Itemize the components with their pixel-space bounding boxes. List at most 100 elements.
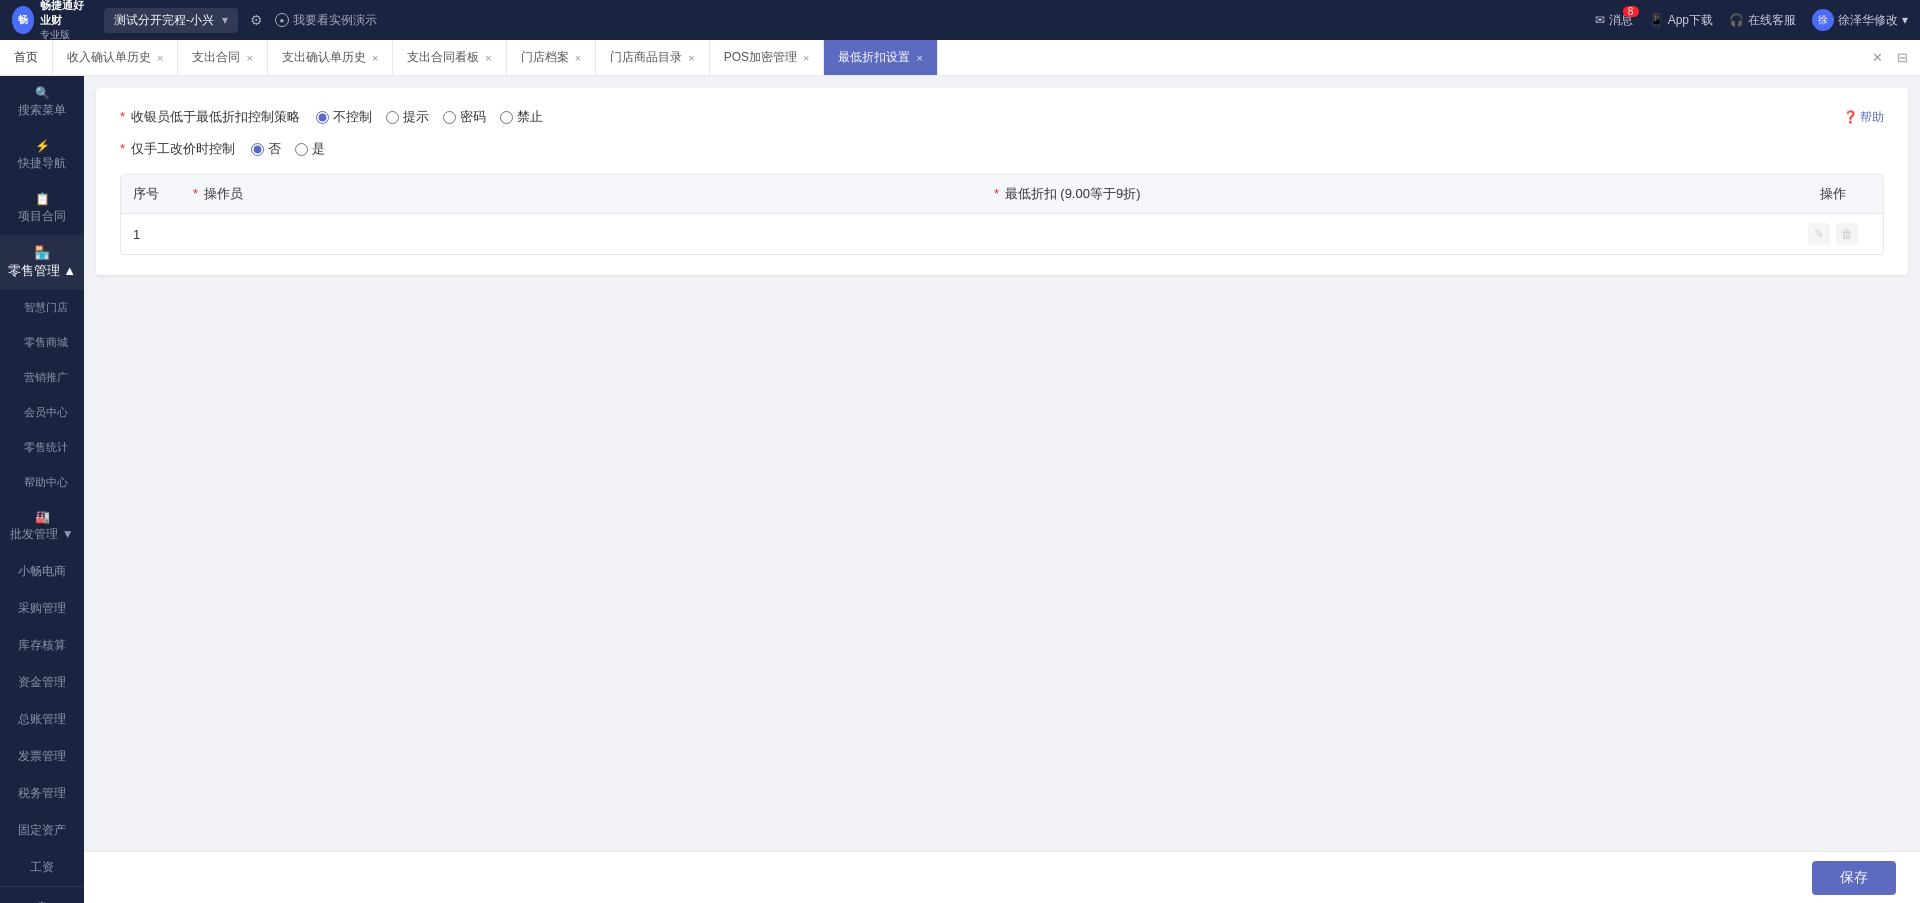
radio-pwd[interactable]: [443, 111, 456, 124]
th-seq: 序号: [121, 175, 181, 213]
marketing-label: 营销推广: [24, 370, 68, 385]
table-header: 序号 * 操作员 * 最低折扣 (9.00等于9折) 操作: [121, 175, 1883, 214]
sidebar-item-inventory[interactable]: 库存核算: [0, 627, 84, 664]
tab-pos-pwd-close[interactable]: ×: [803, 52, 809, 64]
sidebar-item-wholesale-mgmt[interactable]: 🏭 批发管理 ▼: [0, 500, 84, 553]
tab-payment-contract-close[interactable]: ×: [246, 52, 252, 64]
radio-ban[interactable]: [500, 111, 513, 124]
logo-icon: 畅: [12, 6, 34, 34]
tab-payment-board-label: 支出合同看板: [407, 49, 479, 66]
sidebar-item-project-contract[interactable]: 📋 项目合同: [0, 182, 84, 235]
sidebar-item-marketing[interactable]: 营销推广: [0, 360, 84, 395]
sidebar-item-help-center[interactable]: 帮助中心: [0, 465, 84, 500]
settings-gear-icon: ⚙: [36, 899, 48, 903]
sidebar-bottom: ⚙: [0, 886, 84, 903]
ledger-mgmt-label: 总账管理: [18, 711, 66, 728]
option-ban[interactable]: 禁止: [500, 108, 543, 126]
td-operator-1: [181, 226, 982, 242]
radio-hint[interactable]: [386, 111, 399, 124]
manual-option-yes[interactable]: 是: [295, 140, 325, 158]
settings-icon-btn[interactable]: ⚙: [250, 12, 263, 28]
project-name: 测试分开完程-小兴: [114, 12, 214, 29]
sidebar-item-fixed-assets[interactable]: 固定资产: [0, 812, 84, 849]
sidebar-settings-btn[interactable]: ⚙: [0, 887, 84, 903]
tab-payment-board[interactable]: 支出合同看板 ×: [393, 40, 506, 76]
page-content: * 收银员低于最低折扣控制策略 不控制 提示: [84, 76, 1920, 851]
sidebar-item-tax-mgmt[interactable]: 税务管理: [0, 775, 84, 812]
avatar: 徐: [1812, 9, 1834, 31]
online-service-btn[interactable]: 🎧 在线客服: [1729, 12, 1796, 29]
radio-manual-yes[interactable]: [295, 143, 308, 156]
sidebar-item-small-ecom[interactable]: 小畅电商: [0, 553, 84, 590]
app-download-btn[interactable]: 📱 App下载: [1649, 12, 1713, 29]
tab-home[interactable]: 首页: [0, 40, 53, 76]
option-none[interactable]: 不控制: [316, 108, 372, 126]
sidebar-item-invoice-mgmt[interactable]: 发票管理: [0, 738, 84, 775]
tab-payment-contract[interactable]: 支出合同 ×: [178, 40, 267, 76]
radio-manual-no[interactable]: [251, 143, 264, 156]
tab-store-product[interactable]: 门店商品目录 ×: [596, 40, 709, 76]
edit-btn-1[interactable]: ✎: [1808, 223, 1830, 245]
manual-price-row: * 仅手工改价时控制 否 是: [120, 140, 1884, 158]
tab-store-product-close[interactable]: ×: [688, 52, 694, 64]
discount-policy-label: * 收银员低于最低折扣控制策略: [120, 108, 300, 126]
tab-income-confirm[interactable]: 收入确认单历史 ×: [53, 40, 178, 76]
tab-store-product-label: 门店商品目录: [610, 49, 682, 66]
tab-min-discount-close[interactable]: ×: [916, 52, 922, 64]
radio-none[interactable]: [316, 111, 329, 124]
message-btn[interactable]: ✉ 消息 8: [1595, 12, 1633, 29]
tab-actions: ✕ ⊟: [1860, 48, 1920, 67]
sidebar-retail-label: 零售管理 ▲: [8, 262, 76, 280]
sidebar-item-member-center[interactable]: 会员中心: [0, 395, 84, 430]
tab-payment-confirm-close[interactable]: ×: [372, 52, 378, 64]
sidebar-item-purchase-mgmt[interactable]: 采购管理: [0, 590, 84, 627]
tab-income-confirm-close[interactable]: ×: [157, 52, 163, 64]
table-body: 1 ✎ 🗑: [121, 214, 1883, 254]
sidebar-project-label: 项目合同: [18, 208, 66, 225]
tab-payment-confirm[interactable]: 支出确认单历史 ×: [268, 40, 393, 76]
sidebar-search-label: 搜索菜单: [18, 102, 66, 119]
sidebar-item-retail-mall[interactable]: 零售商城: [0, 325, 84, 360]
tab-pos-pwd[interactable]: POS加密管理 ×: [710, 40, 825, 76]
purchase-mgmt-label: 采购管理: [18, 600, 66, 617]
tab-min-discount-label: 最低折扣设置: [838, 49, 910, 66]
logo-area: 畅 畅捷通好业财 专业版: [12, 0, 92, 42]
sidebar: 🔍 搜索菜单 ⚡ 快捷导航 📋 项目合同 🏪 零售管理 ▲ 智慧门店 零售商城 …: [0, 76, 84, 903]
sidebar-item-retail-mgmt[interactable]: 🏪 零售管理 ▲: [0, 235, 84, 290]
user-area[interactable]: 徐 徐泽华修改 ▾: [1812, 9, 1908, 31]
help-center-label: 帮助中心: [24, 475, 68, 490]
demo-link-text: 我要看实例演示: [293, 12, 377, 29]
sidebar-item-retail-stats[interactable]: 零售统计: [0, 430, 84, 465]
th-actions: 操作: [1783, 175, 1883, 213]
required-star-2: *: [120, 141, 125, 156]
retail-icon: 🏪: [34, 245, 50, 260]
question-icon: ❓: [1843, 110, 1858, 124]
discount-table: 序号 * 操作员 * 最低折扣 (9.00等于9折) 操作: [120, 174, 1884, 255]
project-selector[interactable]: 测试分开完程-小兴 ▾: [104, 8, 238, 33]
option-hint[interactable]: 提示: [386, 108, 429, 126]
sidebar-item-salary[interactable]: 工资: [0, 849, 84, 886]
discount-policy-options: 不控制 提示 密码 禁止: [316, 108, 543, 126]
help-link[interactable]: ❓ 帮助: [1843, 109, 1884, 126]
user-dropdown-icon: ▾: [1902, 13, 1908, 27]
tab-min-discount[interactable]: 最低折扣设置 ×: [824, 40, 937, 76]
option-pwd[interactable]: 密码: [443, 108, 486, 126]
tab-store-file-close[interactable]: ×: [575, 52, 581, 64]
tab-close-btn[interactable]: ✕: [1868, 48, 1887, 67]
save-button[interactable]: 保存: [1812, 861, 1896, 895]
sidebar-item-ledger-mgmt[interactable]: 总账管理: [0, 701, 84, 738]
tab-menu-btn[interactable]: ⊟: [1893, 48, 1912, 67]
tab-payment-board-close[interactable]: ×: [485, 52, 491, 64]
manual-option-no[interactable]: 否: [251, 140, 281, 158]
sidebar-item-search[interactable]: 🔍 搜索菜单: [0, 76, 84, 129]
discount-policy-row: * 收银员低于最低折扣控制策略 不控制 提示: [120, 108, 1884, 126]
demo-link[interactable]: ● 我要看实例演示: [275, 12, 377, 29]
sidebar-item-smart-store[interactable]: 智慧门店: [0, 290, 84, 325]
sidebar-item-fund-mgmt[interactable]: 资金管理: [0, 664, 84, 701]
sidebar-item-quicknav[interactable]: ⚡ 快捷导航: [0, 129, 84, 182]
tab-store-file[interactable]: 门店档案 ×: [507, 40, 596, 76]
th-discount: * 最低折扣 (9.00等于9折): [982, 175, 1783, 213]
required-star-1: *: [120, 109, 125, 124]
retail-mall-label: 零售商城: [24, 335, 68, 350]
delete-btn-1[interactable]: 🗑: [1836, 223, 1858, 245]
